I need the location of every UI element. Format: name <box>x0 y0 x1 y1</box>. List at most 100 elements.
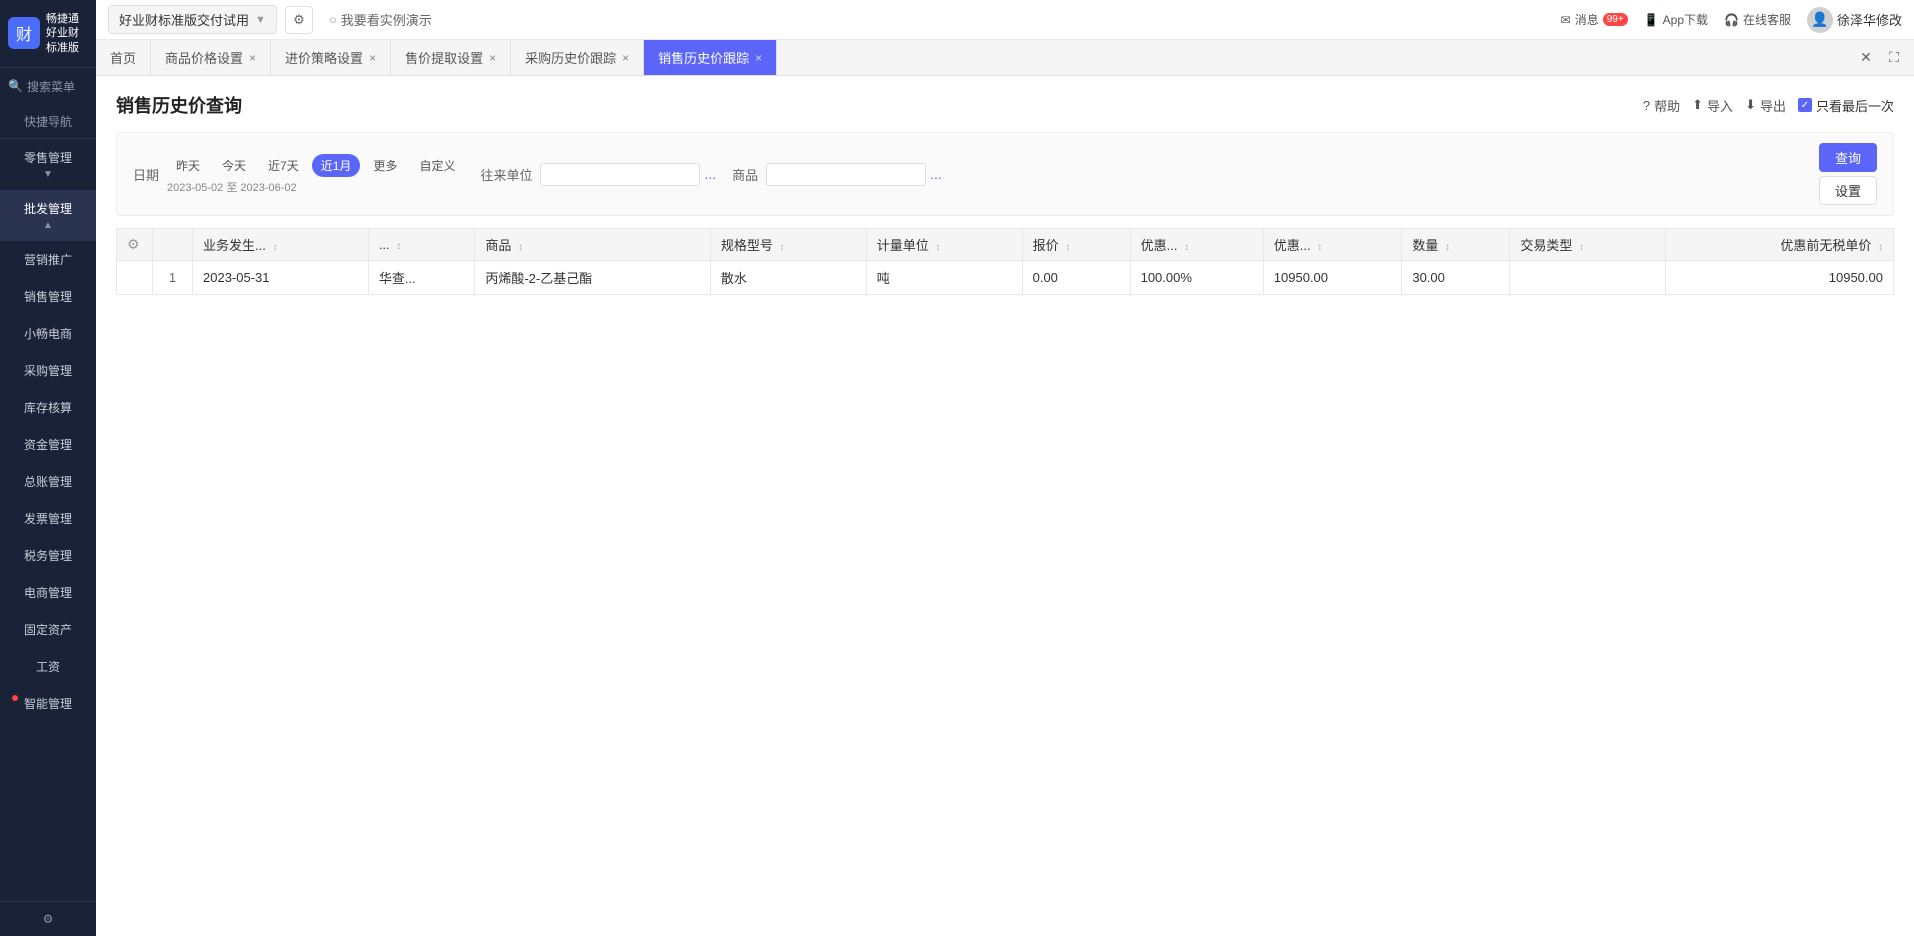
date-btn-last1month[interactable]: 近1月 <box>312 154 361 177</box>
sidebar-item-label: 采购管理 <box>24 362 72 379</box>
date-filter-label: 日期 <box>133 165 159 184</box>
sidebar-item-tax[interactable]: 税务管理 <box>0 537 96 574</box>
module-label: 好业财标准版交付试用 <box>119 10 249 29</box>
tab-price-extract[interactable]: 售价提取设置 × <box>391 40 511 75</box>
sidebar-quick-nav[interactable]: 快捷导航 <box>0 105 96 139</box>
window-close-btn[interactable]: ✕ <box>1854 46 1878 70</box>
sort-icon: ↕ <box>1184 242 1189 253</box>
tab-purchase-history-close[interactable]: × <box>622 51 629 65</box>
sidebar-item-ecommerce-small[interactable]: 小畅电商 <box>0 315 96 352</box>
sidebar-item-smart[interactable]: 智能管理 <box>0 685 96 722</box>
col-discount1[interactable]: 优惠... ↕ <box>1130 229 1263 261</box>
export-link[interactable]: ⬇ 导出 <box>1745 96 1786 115</box>
date-btn-today[interactable]: 今天 <box>213 154 255 177</box>
table-gear-icon[interactable]: ⚙ <box>127 236 140 252</box>
row-discount2: 10950.00 <box>1263 261 1402 295</box>
col-product[interactable]: 商品 ↕ <box>475 229 711 261</box>
row-extra: 华查... <box>368 261 475 295</box>
sidebar-item-label: 资金管理 <box>24 436 72 453</box>
app-logo: 财 畅捷通好业财 标准版 <box>0 0 96 68</box>
row-business-date: 2023-05-31 <box>193 261 369 295</box>
product-input-group: ... <box>766 163 942 186</box>
tab-sales-history[interactable]: 销售历史价跟踪 × <box>644 40 777 75</box>
sidebar-item-sales[interactable]: 销售管理 <box>0 278 96 315</box>
page-actions: ? 帮助 ⬆ 导入 ⬇ 导出 ✓ 只看最后一次 <box>1643 96 1894 115</box>
topbar-settings-btn[interactable]: ⚙ <box>285 6 313 34</box>
search-icon: 🔍 <box>8 79 23 93</box>
sort-icon: ↕ <box>780 242 785 253</box>
col-unit[interactable]: 计量单位 ↕ <box>866 229 1022 261</box>
sidebar-item-invoice[interactable]: 发票管理 <box>0 500 96 537</box>
col-transaction-type[interactable]: 交易类型 ↕ <box>1510 229 1666 261</box>
sort-icon: ↕ <box>1579 242 1584 253</box>
sort-icon: ↕ <box>518 242 523 253</box>
col-business-date[interactable]: 业务发生... ↕ <box>193 229 369 261</box>
partner-lookup-btn[interactable]: ... <box>704 166 716 182</box>
col-pretax-price[interactable]: 优惠前无税单价 ↕ <box>1666 229 1894 261</box>
tab-purchase-history[interactable]: 采购历史价跟踪 × <box>511 40 644 75</box>
tab-purchase-strategy[interactable]: 进价策略设置 × <box>271 40 391 75</box>
col-spec[interactable]: 规格型号 ↕ <box>710 229 866 261</box>
chevron-down-icon: ▼ <box>255 14 266 26</box>
date-btn-more[interactable]: 更多 <box>364 154 406 177</box>
product-lookup-btn[interactable]: ... <box>930 166 942 182</box>
sort-icon: ↕ <box>1317 242 1322 253</box>
last-only-checkbox[interactable]: ✓ 只看最后一次 <box>1798 96 1894 115</box>
date-btn-last7[interactable]: 近7天 <box>259 154 308 177</box>
app-download-btn[interactable]: 📱 App下载 <box>1644 11 1708 28</box>
sidebar-item-purchase[interactable]: 采购管理 <box>0 352 96 389</box>
tab-sales-history-close[interactable]: × <box>755 51 762 65</box>
sidebar-item-label: 智能管理 <box>24 695 72 712</box>
row-spec: 散水 <box>710 261 866 295</box>
sidebar-item-label: 固定资产 <box>24 621 72 638</box>
demo-btn[interactable]: ○ 我要看实例演示 <box>329 10 432 29</box>
sidebar-item-finance[interactable]: 资金管理 <box>0 426 96 463</box>
chevron-up-icon: ▲ <box>43 220 53 231</box>
query-btn[interactable]: 查询 <box>1819 143 1877 172</box>
online-service-btn[interactable]: 🎧 在线客服 <box>1724 11 1791 28</box>
col-price[interactable]: 报价 ↕ <box>1022 229 1130 261</box>
sidebar-item-inventory[interactable]: 库存核算 <box>0 389 96 426</box>
mobile-icon: 📱 <box>1644 13 1659 27</box>
sidebar-item-label: 发票管理 <box>24 510 72 527</box>
topbar-right: ✉ 消息 99+ 📱 App下载 🎧 在线客服 👤 徐泽华修改 <box>1561 7 1902 33</box>
notification-btn[interactable]: ✉ 消息 99+ <box>1561 11 1628 28</box>
sidebar-settings[interactable]: ⚙ <box>0 901 96 936</box>
sidebar-item-ecommerce[interactable]: 电商管理 <box>0 574 96 611</box>
sidebar-item-payroll[interactable]: 工资 <box>0 648 96 685</box>
sidebar-item-retail[interactable]: 零售管理 ▼ <box>0 139 96 190</box>
sidebar-item-label: 零售管理 <box>24 149 72 166</box>
col-settings[interactable]: ⚙ <box>117 229 153 261</box>
user-menu-btn[interactable]: 👤 徐泽华修改 <box>1807 7 1902 33</box>
help-link[interactable]: ? 帮助 <box>1643 96 1680 115</box>
col-extra[interactable]: ... ↕ <box>368 229 475 261</box>
tab-product-price[interactable]: 商品价格设置 × <box>151 40 271 75</box>
filter-settings-btn[interactable]: 设置 <box>1819 176 1877 205</box>
date-btn-custom[interactable]: 自定义 <box>410 154 464 177</box>
module-selector[interactable]: 好业财标准版交付试用 ▼ <box>108 5 277 34</box>
sidebar-item-wholesale[interactable]: 批发管理 ▲ <box>0 190 96 241</box>
product-input[interactable] <box>766 163 926 186</box>
product-filter-label: 商品 <box>732 165 758 184</box>
tab-home-label: 首页 <box>110 48 136 67</box>
tab-price-extract-close[interactable]: × <box>489 51 496 65</box>
sidebar-search[interactable]: 🔍 搜索菜单 <box>0 68 96 105</box>
sidebar-item-general-ledger[interactable]: 总账管理 <box>0 463 96 500</box>
date-range-display: 2023-05-02 至 2023-06-02 <box>167 179 464 195</box>
partner-input[interactable] <box>540 163 700 186</box>
play-icon: ○ <box>329 12 337 27</box>
col-discount2[interactable]: 优惠... ↕ <box>1263 229 1402 261</box>
tab-product-price-close[interactable]: × <box>249 51 256 65</box>
date-btn-yesterday[interactable]: 昨天 <box>167 154 209 177</box>
tab-home[interactable]: 首页 <box>96 40 151 75</box>
sidebar-item-marketing[interactable]: 营销推广 <box>0 241 96 278</box>
row-product: 丙烯酸-2-乙基己酯 <box>475 261 711 295</box>
row-num-cell: 1 <box>153 261 193 295</box>
window-maximize-btn[interactable]: ⛶ <box>1882 46 1906 70</box>
col-quantity[interactable]: 数量 ↕ <box>1402 229 1510 261</box>
tab-purchase-strategy-close[interactable]: × <box>369 51 376 65</box>
import-link[interactable]: ⬆ 导入 <box>1692 96 1733 115</box>
sidebar-item-fixed-assets[interactable]: 固定资产 <box>0 611 96 648</box>
table-row[interactable]: 1 2023-05-31 华查... 丙烯酸-2-乙基己酯 散水 吨 0.00 … <box>117 261 1894 295</box>
sort-icon: ↕ <box>935 242 940 253</box>
